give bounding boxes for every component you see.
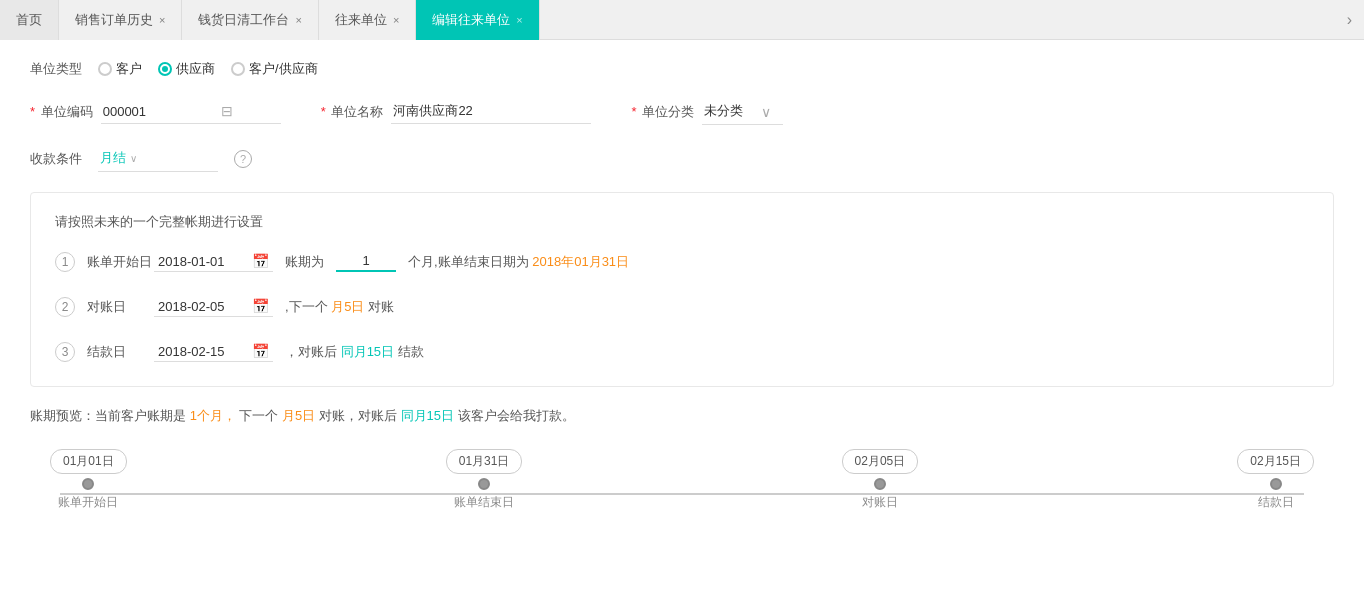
radio-circle-supplier	[158, 62, 172, 76]
period-label-3: 结款日	[87, 343, 142, 361]
timeline-points: 01月01日 账单开始日 01月31日 账单结束日 02月05日 对账日 02月…	[50, 449, 1314, 511]
preview-settle-day-highlight: 同月15日	[401, 408, 454, 423]
radio-supplier[interactable]: 供应商	[158, 60, 215, 78]
unit-info-row: * 单位编码 ⊟ * 单位名称 * 单位分类 未分类 ∨	[30, 98, 1334, 125]
payment-row: 收款条件 月结 ∨ ?	[30, 145, 1334, 172]
unit-type-label: 单位类型	[30, 60, 82, 78]
calendar-icon-3[interactable]: 📅	[252, 343, 269, 359]
close-cash-work[interactable]: ×	[295, 14, 301, 26]
timeline-label-3: 02月05日	[842, 449, 919, 474]
preview-text: 账期预览：当前客户账期是 1个月， 下一个 月5日 对账，对账后 同月15日 该…	[30, 407, 1334, 425]
radio-circle-both	[231, 62, 245, 76]
timeline-sublabel-3: 对账日	[862, 494, 898, 511]
unit-type-row: 单位类型 客户 供应商 客户/供应商	[30, 60, 1334, 78]
payment-help-icon[interactable]: ?	[234, 150, 252, 168]
period-num-3: 3	[55, 342, 75, 362]
period-end-date-highlight: 2018年01月31日	[532, 254, 629, 269]
timeline-dot-2	[478, 478, 490, 490]
timeline-dot-1	[82, 478, 94, 490]
period-label-2: 对账日	[87, 298, 142, 316]
period-date-3[interactable]: 📅	[154, 341, 273, 362]
timeline-dot-4	[1270, 478, 1282, 490]
tab-home[interactable]: 首页	[0, 0, 59, 40]
timeline-point-2: 01月31日 账单结束日	[446, 449, 523, 511]
timeline-label-2: 01月31日	[446, 449, 523, 474]
unit-class-select[interactable]: 未分类 ∨	[702, 98, 902, 125]
period-num-1: 1	[55, 252, 75, 272]
unit-code-input[interactable]	[101, 100, 221, 123]
radio-circle-customer	[98, 62, 112, 76]
timeline-sublabel-4: 结款日	[1258, 494, 1294, 511]
timeline-dot-3	[874, 478, 886, 490]
period-desc-3: ，对账后 同月15日 结款	[285, 343, 424, 361]
unit-code-copy-icon[interactable]: ⊟	[221, 103, 233, 119]
timeline-point-1: 01月01日 账单开始日	[50, 449, 127, 511]
close-partner-unit[interactable]: ×	[393, 14, 399, 26]
calendar-icon-2[interactable]: 📅	[252, 298, 269, 314]
tab-sales-history[interactable]: 销售订单历史 ×	[59, 0, 182, 40]
period-date-2[interactable]: 📅	[154, 296, 273, 317]
tab-partner-unit[interactable]: 往来单位 ×	[319, 0, 416, 40]
tab-bar: 首页 销售订单历史 × 钱货日清工作台 × 往来单位 × 编辑往来单位 × ›	[0, 0, 1364, 40]
unit-code-field[interactable]: ⊟	[101, 100, 281, 124]
payment-select[interactable]: 月结 ∨	[98, 145, 218, 172]
unit-name-label: * 单位名称	[321, 103, 384, 121]
payment-value: 月结	[100, 149, 126, 167]
timeline-point-4: 02月15日 结款日	[1237, 449, 1314, 511]
period-row-2: 2 对账日 📅 ,下一个 月5日 对账	[55, 296, 1309, 317]
timeline-wrapper: 01月01日 账单开始日 01月31日 账单结束日 02月05日 对账日 02月…	[30, 449, 1334, 511]
tab-cash-work[interactable]: 钱货日清工作台 ×	[182, 0, 318, 40]
radio-customer[interactable]: 客户	[98, 60, 142, 78]
period-desc-1b: 个月,账单结束日期为 2018年01月31日	[408, 253, 629, 271]
timeline-sublabel-1: 账单开始日	[58, 494, 118, 511]
close-sales-history[interactable]: ×	[159, 14, 165, 26]
period-date-input-2[interactable]	[158, 299, 248, 314]
timeline-label-1: 01月01日	[50, 449, 127, 474]
period-desc-1: 账期为	[285, 253, 324, 271]
period-settings-box: 请按照未来的一个完整帐期进行设置 1 账单开始日 📅 账期为 个月,账单结束日期…	[30, 192, 1334, 387]
tab-more-button[interactable]: ›	[1335, 0, 1364, 40]
payment-label: 收款条件	[30, 150, 82, 168]
payment-chevron-icon: ∨	[130, 153, 137, 164]
radio-both[interactable]: 客户/供应商	[231, 60, 318, 78]
period-month-input[interactable]	[336, 251, 396, 272]
period-desc-2: ,下一个 月5日 对账	[285, 298, 394, 316]
unit-name-input[interactable]	[391, 100, 591, 124]
period-settle-highlight: 同月15日	[341, 344, 394, 359]
timeline-label-4: 02月15日	[1237, 449, 1314, 474]
calendar-icon-1[interactable]: 📅	[252, 253, 269, 269]
preview-reconcile-day-highlight: 月5日	[282, 408, 315, 423]
unit-class-chevron-icon: ∨	[761, 104, 771, 120]
preview-section: 账期预览：当前客户账期是 1个月， 下一个 月5日 对账，对账后 同月15日 该…	[30, 407, 1334, 511]
period-num-2: 2	[55, 297, 75, 317]
period-box-title: 请按照未来的一个完整帐期进行设置	[55, 213, 1309, 231]
timeline-point-3: 02月05日 对账日	[842, 449, 919, 511]
period-row-3: 3 结款日 📅 ，对账后 同月15日 结款	[55, 341, 1309, 362]
timeline-sublabel-2: 账单结束日	[454, 494, 514, 511]
main-content: 单位类型 客户 供应商 客户/供应商 * 单位编码	[0, 40, 1364, 608]
unit-type-radio-group: 客户 供应商 客户/供应商	[98, 60, 318, 78]
period-date-input-3[interactable]	[158, 344, 248, 359]
period-label-1: 账单开始日	[87, 253, 142, 271]
period-row-1: 1 账单开始日 📅 账期为 个月,账单结束日期为 2018年01月31日	[55, 251, 1309, 272]
period-reconcile-highlight: 月5日	[331, 299, 364, 314]
tab-edit-partner[interactable]: 编辑往来单位 ×	[416, 0, 539, 40]
period-date-1[interactable]: 📅	[154, 251, 273, 272]
close-edit-partner[interactable]: ×	[516, 14, 522, 26]
unit-code-label: * 单位编码	[30, 103, 93, 121]
preview-month-highlight: 1个月，	[190, 408, 236, 423]
period-date-input-1[interactable]	[158, 254, 248, 269]
unit-class-label: * 单位分类	[631, 103, 694, 121]
